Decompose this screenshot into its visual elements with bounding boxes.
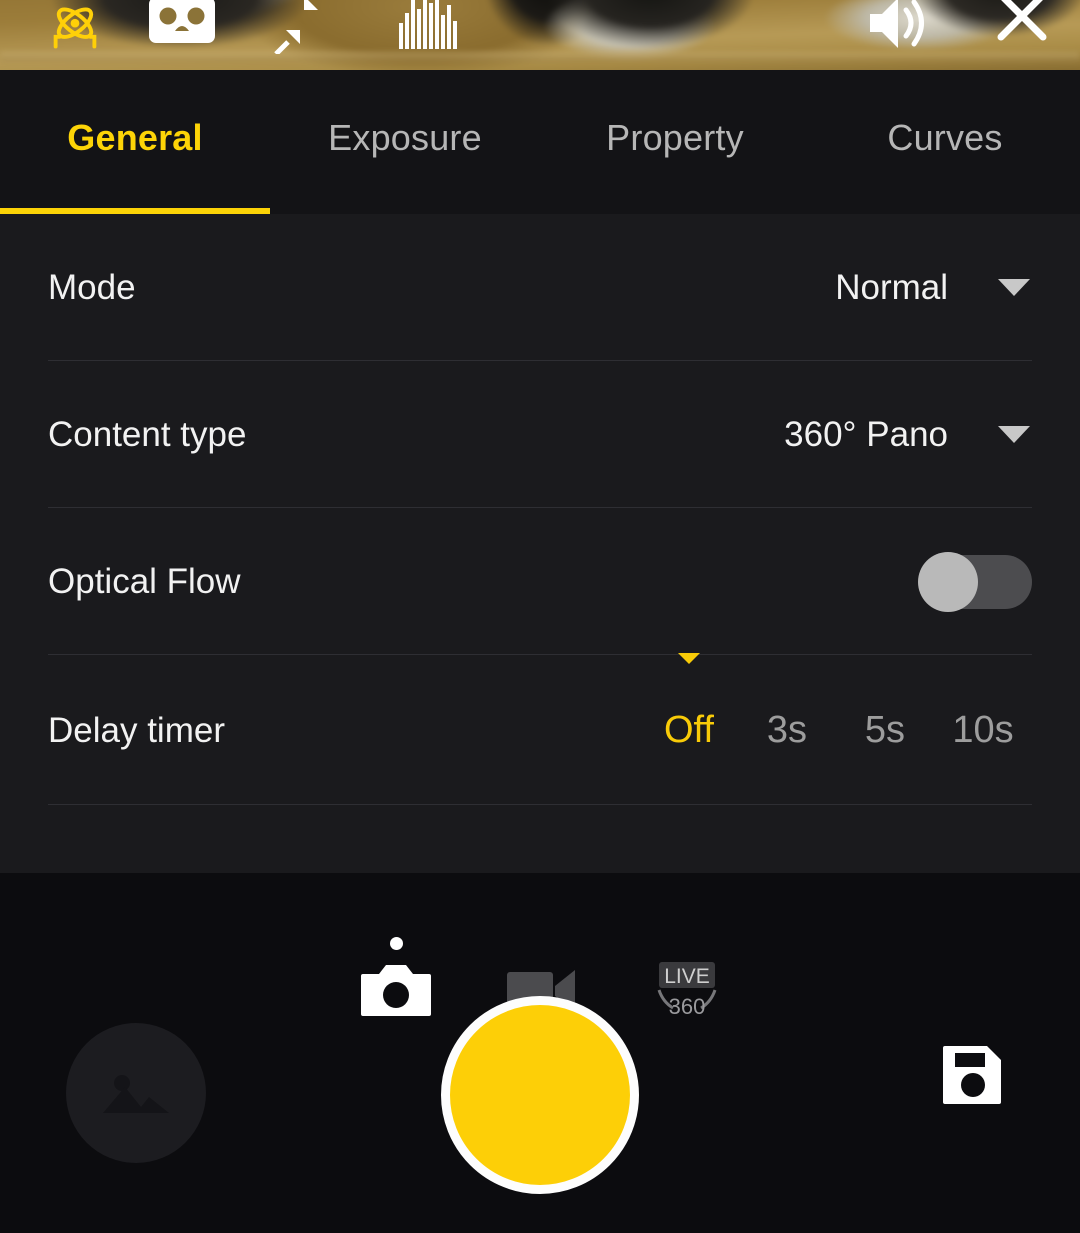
tab-curves[interactable]: Curves: [810, 120, 1080, 164]
photo-mode-button[interactable]: [360, 961, 432, 1019]
optical-flow-control[interactable]: [918, 551, 1032, 612]
optical-flow-toggle[interactable]: [918, 551, 1032, 612]
capture-action-row: [0, 996, 1080, 1221]
mode-control[interactable]: Normal: [835, 270, 1032, 305]
toggle-knob: [918, 551, 978, 612]
volume-icon[interactable]: [862, 0, 938, 58]
mode-label: Mode: [48, 268, 136, 307]
settings-list-spacer: [0, 805, 1080, 873]
camera-settings-screen: General Exposure Property Curves Mode No…: [0, 0, 1080, 1233]
setting-row-optical-flow[interactable]: Optical Flow: [0, 508, 1080, 655]
settings-list: Mode Normal Content type 360° Pano Optic…: [0, 214, 1080, 873]
content-type-value: 360° Pano: [784, 415, 948, 454]
delay-timer-control[interactable]: Off 3s 5s 10s: [640, 653, 1032, 749]
delay-option-off[interactable]: Off: [640, 711, 738, 749]
delay-option-3s[interactable]: 3s: [738, 711, 836, 749]
tab-general[interactable]: General: [0, 120, 270, 164]
chevron-down-icon[interactable]: [998, 426, 1030, 443]
close-icon[interactable]: [992, 0, 1052, 46]
delay-option-10s[interactable]: 10s: [934, 711, 1032, 749]
save-button[interactable]: [942, 1043, 1004, 1105]
delay-timer-options: Off 3s 5s 10s: [640, 653, 1032, 749]
hdr-atom-icon[interactable]: [40, 0, 110, 64]
tab-property[interactable]: Property: [540, 120, 810, 164]
delay-option-5s[interactable]: 5s: [836, 711, 934, 749]
setting-row-delay-timer[interactable]: Delay timer Off 3s 5s 10s: [0, 653, 1080, 805]
live-360-mode-button[interactable]: LIVE 360: [648, 957, 726, 1023]
active-mode-dot: [390, 937, 403, 950]
content-type-control[interactable]: 360° Pano: [784, 417, 1032, 452]
selected-marker-icon: [678, 653, 700, 664]
mode-value: Normal: [835, 268, 948, 307]
delay-timer-label: Delay timer: [48, 710, 225, 750]
vr-cardboard-icon[interactable]: [146, 0, 218, 50]
svg-text:360: 360: [669, 994, 706, 1019]
gallery-button[interactable]: [66, 1023, 206, 1163]
setting-row-mode[interactable]: Mode Normal: [0, 214, 1080, 361]
setting-row-content-type[interactable]: Content type 360° Pano: [0, 361, 1080, 508]
capture-bar: LIVE 360: [0, 873, 1080, 1233]
svg-text:LIVE: LIVE: [664, 965, 710, 988]
tab-exposure[interactable]: Exposure: [270, 120, 540, 164]
shutter-button[interactable]: [441, 996, 639, 1194]
chevron-down-icon[interactable]: [998, 279, 1030, 296]
histogram-icon[interactable]: [396, 0, 462, 54]
content-type-label: Content type: [48, 415, 247, 454]
collapse-arrows-icon[interactable]: [268, 0, 338, 56]
top-toolbar: [0, 0, 1080, 70]
settings-tabbar: General Exposure Property Curves: [0, 70, 1080, 214]
optical-flow-label: Optical Flow: [48, 562, 241, 601]
